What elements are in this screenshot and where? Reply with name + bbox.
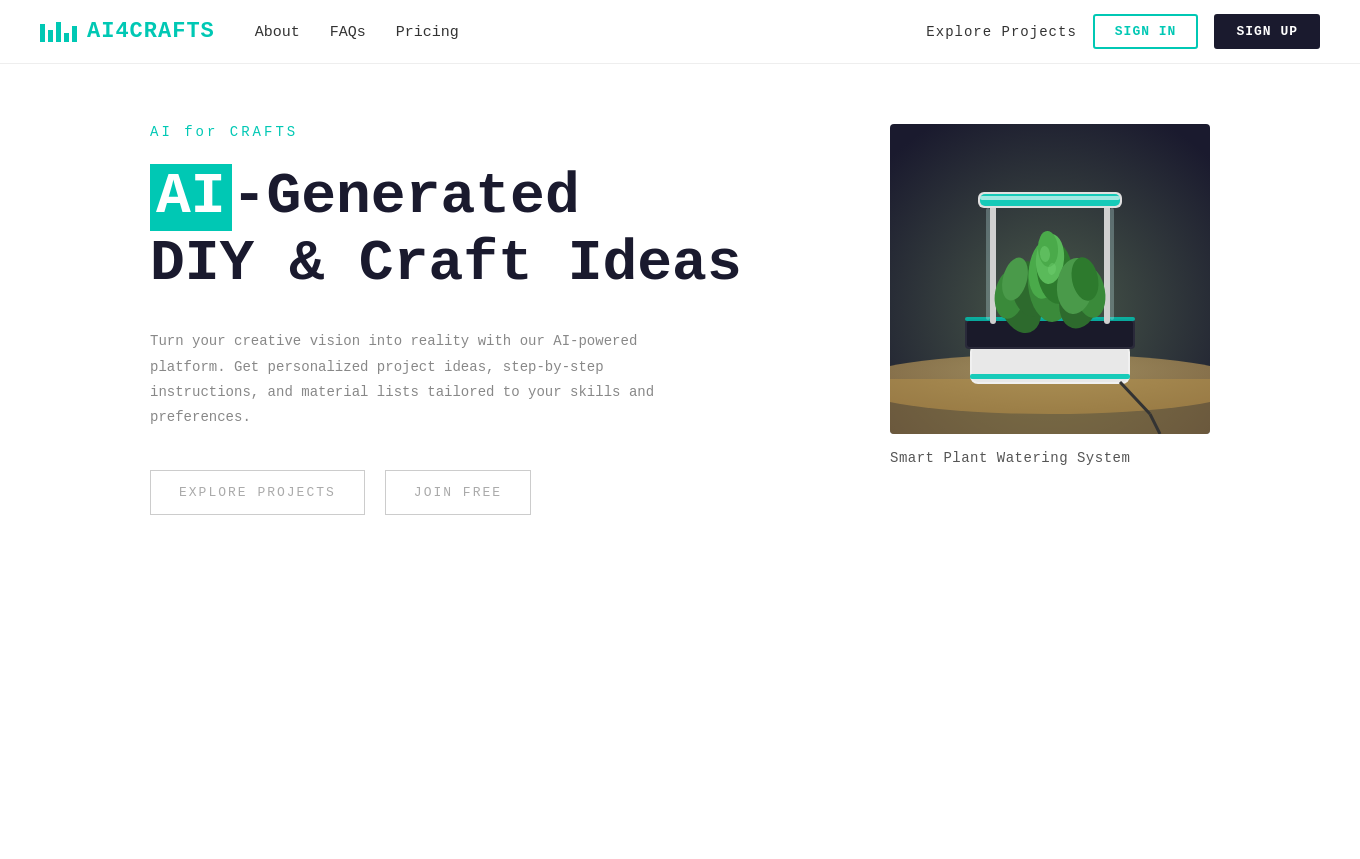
nav-right: Explore Projects SIGN IN SIGN UP [926,14,1320,49]
svg-rect-7 [967,321,1133,347]
navbar: AI4CRAFTS About FAQs Pricing Explore Pro… [0,0,1360,64]
logo-bar-3 [56,22,61,42]
nav-link-about[interactable]: About [255,24,300,41]
hero-buttons: EXPLORE PROJECTS JOIN FREE [150,470,830,515]
logo-text-crafts: CRAFTS [130,19,215,44]
hero-image [890,124,1210,434]
logo-bar-4 [64,33,69,42]
nav-item-pricing[interactable]: Pricing [396,23,459,41]
logo-text-highlight: AI4 [87,19,130,44]
explore-projects-button[interactable]: EXPLORE PROJECTS [150,470,365,515]
plant-svg [890,124,1210,434]
logo[interactable]: AI4CRAFTS [40,19,215,44]
image-caption: Smart Plant Watering System [890,450,1130,466]
logo-icon [40,22,77,42]
hero-content: AI for CRAFTS AI-Generated DIY & Craft I… [150,124,830,515]
hero-title: AI-Generated DIY & Craft Ideas [150,164,830,297]
svg-rect-14 [986,208,990,320]
logo-bar-5 [72,26,77,42]
svg-rect-10 [1104,204,1110,324]
svg-rect-13 [980,196,1120,200]
hero-section: AI for CRAFTS AI-Generated DIY & Craft I… [0,64,1360,575]
svg-rect-9 [990,204,996,324]
nav-links: About FAQs Pricing [255,23,459,41]
logo-bar-1 [40,24,45,42]
logo-bar-2 [48,30,53,42]
signin-button[interactable]: SIGN IN [1093,14,1199,49]
hero-image-area: Smart Plant Watering System [890,124,1210,466]
nav-link-pricing[interactable]: Pricing [396,24,459,41]
hero-description: Turn your creative vision into reality w… [150,329,710,430]
nav-left: AI4CRAFTS About FAQs Pricing [40,19,459,44]
hero-image-container [890,124,1210,434]
join-free-button[interactable]: JOIN FREE [385,470,531,515]
hero-label: AI for CRAFTS [150,124,830,140]
hero-title-line2: DIY & Craft Ideas [150,231,830,298]
nav-item-faqs[interactable]: FAQs [330,23,366,41]
explore-projects-link[interactable]: Explore Projects [926,24,1076,40]
svg-rect-5 [970,374,1130,379]
hero-title-rest: -Generated [232,164,580,229]
hero-title-line1: AI-Generated [150,164,580,229]
svg-rect-15 [1110,208,1114,320]
svg-rect-2 [890,379,1210,434]
nav-link-faqs[interactable]: FAQs [330,24,366,41]
hero-title-ai: AI [150,164,232,231]
signup-button[interactable]: SIGN UP [1214,14,1320,49]
nav-item-about[interactable]: About [255,23,300,41]
logo-text: AI4CRAFTS [87,19,215,44]
